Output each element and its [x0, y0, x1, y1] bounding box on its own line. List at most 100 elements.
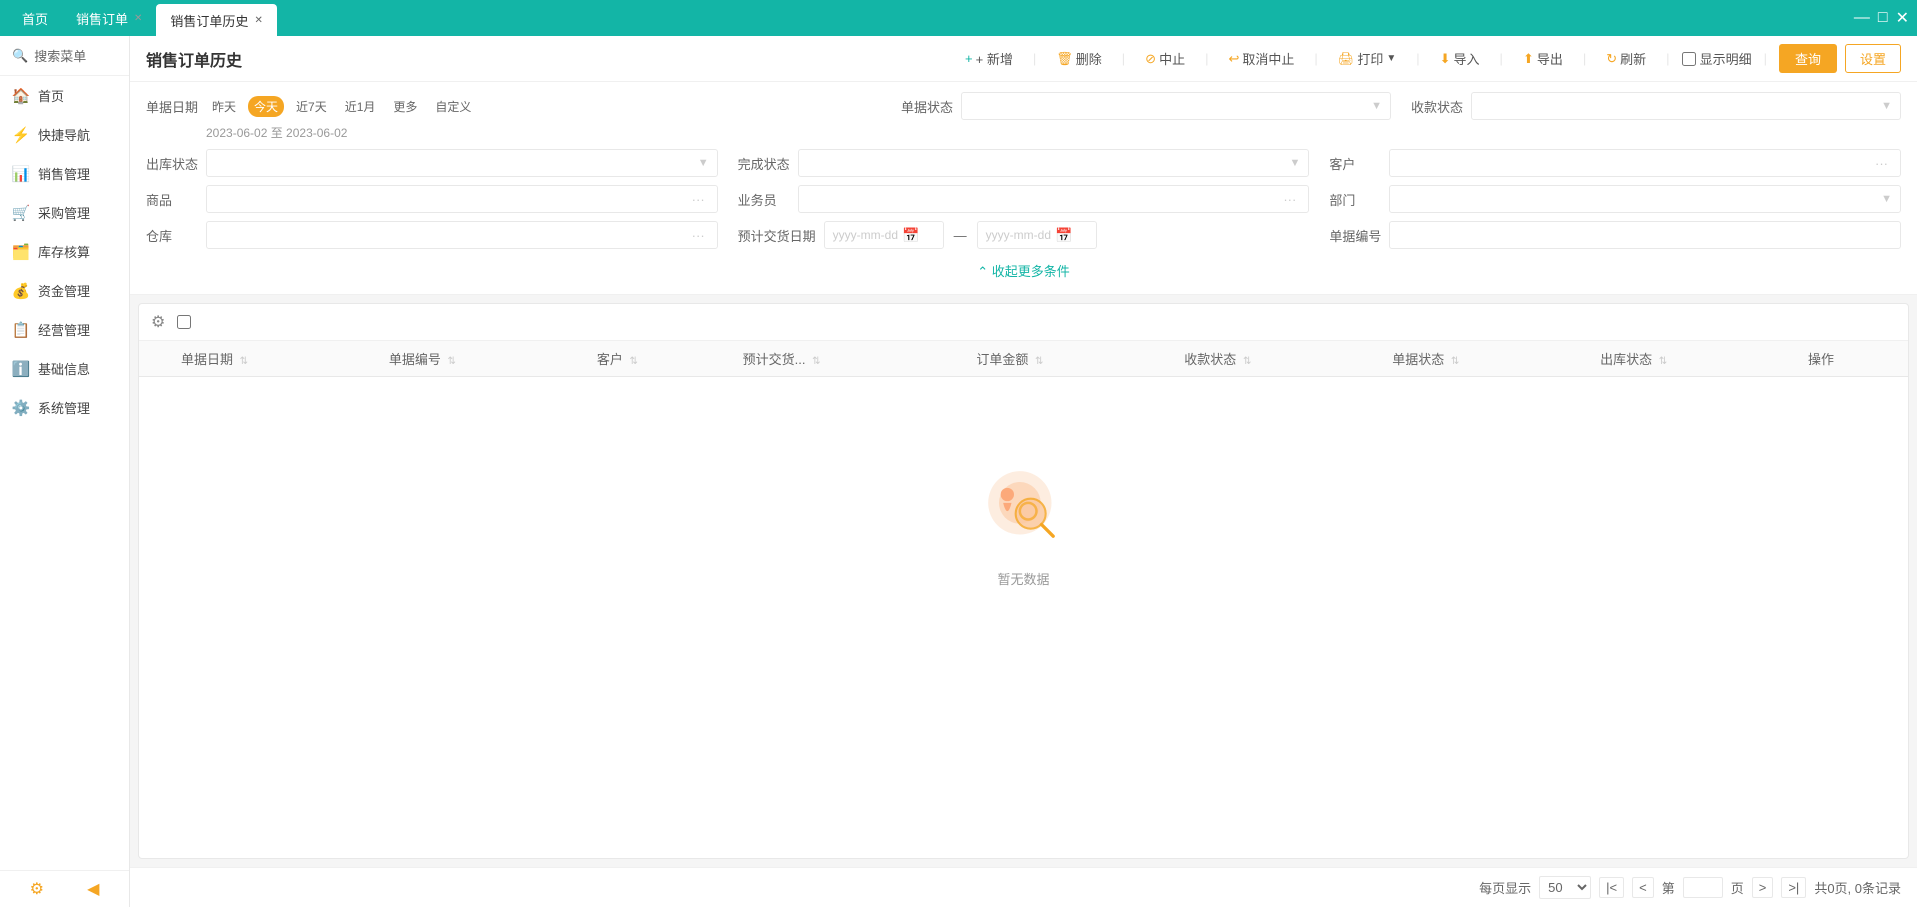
th-date[interactable]: 单据日期 ⇅ [171, 341, 379, 377]
sidebar-search[interactable]: 🔍 搜索菜单 [0, 36, 129, 76]
th-date-sort[interactable]: ⇅ [240, 356, 248, 367]
receipt-status-select[interactable]: ▼ [1471, 92, 1901, 120]
tab-sales-order[interactable]: 销售订单 ✕ [62, 0, 156, 36]
top-bar: 首页 销售订单 ✕ 销售订单历史 ✕ — □ ✕ [0, 0, 1917, 36]
th-number-sort[interactable]: ⇅ [448, 356, 456, 367]
new-button[interactable]: + + 新增 [957, 45, 1021, 72]
calendar-icon-2[interactable]: 📅 [1055, 227, 1072, 244]
th-customer-sort[interactable]: ⇅ [629, 356, 637, 367]
th-expected-delivery[interactable]: 预计交货... ⇅ [733, 341, 967, 377]
th-order-status-sort[interactable]: ⇅ [1451, 356, 1459, 367]
th-order-status-label: 单据状态 [1392, 352, 1444, 367]
salesman-dots[interactable]: ··· [1279, 192, 1300, 207]
filter-row-4: 仓库 ··· 预计交货日期 yyyy-mm-dd 📅 — yyyy-mm-dd … [146, 221, 1901, 249]
order-number-input[interactable] [1389, 221, 1901, 249]
sidebar-collapse-icon[interactable]: ◀ [87, 879, 99, 899]
goods-input[interactable]: ··· [206, 185, 718, 213]
basic-info-icon: ℹ️ [12, 360, 30, 378]
order-number-label: 单据编号 [1329, 226, 1389, 245]
date-tag-today[interactable]: 今天 [248, 96, 284, 117]
display-detail-input[interactable] [1682, 52, 1696, 66]
expected-date-end[interactable]: yyyy-mm-dd 📅 [977, 221, 1097, 249]
order-status-select[interactable]: ▼ [961, 92, 1391, 120]
th-number[interactable]: 单据编号 ⇅ [379, 341, 587, 377]
per-page-select[interactable]: 50 100 200 [1539, 876, 1591, 899]
th-expected-delivery-sort[interactable]: ⇅ [812, 356, 820, 367]
sidebar-settings-icon[interactable]: ⚙ [30, 879, 44, 899]
th-outbound-status[interactable]: 出库状态 ⇅ [1590, 341, 1798, 377]
tab-sales-order-history[interactable]: 销售订单历史 ✕ [156, 4, 276, 36]
sidebar-item-system-mgmt[interactable]: ⚙️ 系统管理 [0, 388, 129, 427]
complete-status-select[interactable]: ▼ [798, 149, 1310, 177]
refresh-button[interactable]: ↻ 刷新 [1598, 45, 1654, 72]
sidebar-item-basic-info[interactable]: ℹ️ 基础信息 [0, 349, 129, 388]
window-controls: — □ ✕ [1854, 8, 1909, 28]
sidebar-item-operation-mgmt[interactable]: 📋 经营管理 [0, 310, 129, 349]
th-outbound-status-sort[interactable]: ⇅ [1659, 356, 1667, 367]
table-settings-icon[interactable]: ⚙ [151, 312, 165, 332]
sidebar-capital-mgmt-label: 资金管理 [38, 281, 90, 300]
date-tag-yesterday[interactable]: 昨天 [206, 96, 242, 117]
current-page-input[interactable]: 1 [1683, 877, 1723, 898]
salesman-input[interactable]: ··· [798, 185, 1310, 213]
complete-status-label: 完成状态 [738, 154, 798, 173]
tab-home[interactable]: 首页 [8, 0, 62, 36]
date-tag-more[interactable]: 更多 [387, 96, 423, 117]
sidebar-item-inventory-calc[interactable]: 🗂️ 库存核算 [0, 232, 129, 271]
print-button[interactable]: 🖨 打印 ▼ [1330, 45, 1404, 72]
first-page-button[interactable]: |< [1599, 877, 1624, 898]
calendar-icon-1[interactable]: 📅 [902, 227, 919, 244]
sidebar-item-quick-nav[interactable]: ⚡ 快捷导航 [0, 115, 129, 154]
print-dropdown-icon: ▼ [1386, 53, 1396, 64]
warehouse-dots[interactable]: ··· [688, 228, 709, 243]
delete-button[interactable]: 🗑 删除 [1048, 45, 1110, 72]
date-tag-7days[interactable]: 近7天 [290, 96, 333, 117]
cancel-stop-button[interactable]: ↩ 取消中止 [1220, 45, 1302, 72]
filter-goods: 商品 ··· [146, 185, 718, 213]
table-toolbar: ⚙ [139, 304, 1908, 341]
export-button[interactable]: ⬆ 导出 [1515, 45, 1571, 72]
th-outbound-status-label: 出库状态 [1600, 352, 1652, 367]
empty-state: 暂无数据 [139, 377, 1908, 668]
sidebar-item-home[interactable]: 🏠 首页 [0, 76, 129, 115]
sidebar-item-capital-mgmt[interactable]: 💰 资金管理 [0, 271, 129, 310]
th-amount-sort[interactable]: ⇅ [1035, 356, 1043, 367]
collapse-row[interactable]: ⌃ 收起更多条件 [146, 257, 1901, 284]
department-select[interactable]: ▼ [1389, 185, 1901, 213]
last-page-button[interactable]: >| [1781, 877, 1806, 898]
close-icon[interactable]: ✕ [1896, 8, 1909, 28]
data-table: 单据日期 ⇅ 单据编号 ⇅ 客户 ⇅ 预计交货... [139, 341, 1908, 377]
sidebar-item-purchase-mgmt[interactable]: 🛒 采购管理 [0, 193, 129, 232]
collapse-up-icon: ⌃ [977, 264, 988, 279]
setting-button[interactable]: 设置 [1845, 44, 1901, 73]
date-tag-1month[interactable]: 近1月 [339, 96, 382, 117]
tab-sales-order-close[interactable]: ✕ [134, 13, 142, 24]
import-button[interactable]: ⬇ 导入 [1432, 45, 1488, 72]
date-tag-custom[interactable]: 自定义 [429, 96, 477, 117]
order-status-dropdown-icon: ▼ [1371, 100, 1382, 112]
maximize-icon[interactable]: □ [1878, 9, 1888, 27]
outbound-status-select[interactable]: ▼ [206, 149, 718, 177]
sidebar-item-sales-mgmt[interactable]: 📊 销售管理 [0, 154, 129, 193]
tab-sales-order-history-close[interactable]: ✕ [254, 15, 262, 26]
sidebar-operation-mgmt-label: 经营管理 [38, 320, 90, 339]
customer-dots[interactable]: ··· [1871, 156, 1892, 171]
goods-dots[interactable]: ··· [688, 192, 709, 207]
filter-warehouse: 仓库 ··· [146, 221, 718, 249]
display-detail-checkbox[interactable]: 显示明细 [1682, 49, 1752, 68]
expected-date-start[interactable]: yyyy-mm-dd 📅 [824, 221, 944, 249]
warehouse-input[interactable]: ··· [206, 221, 718, 249]
prev-page-button[interactable]: < [1632, 877, 1654, 898]
minimize-icon[interactable]: — [1854, 9, 1870, 27]
stop-icon: ⊘ [1145, 51, 1156, 67]
stop-button[interactable]: ⊘ 中止 [1137, 45, 1193, 72]
next-page-button[interactable]: > [1752, 877, 1774, 898]
th-receipt-status[interactable]: 收款状态 ⇅ [1174, 341, 1382, 377]
query-button[interactable]: 查询 [1779, 44, 1837, 73]
th-customer[interactable]: 客户 ⇅ [587, 341, 733, 377]
th-order-status[interactable]: 单据状态 ⇅ [1382, 341, 1590, 377]
th-amount[interactable]: 订单金额 ⇅ [966, 341, 1174, 377]
th-receipt-status-sort[interactable]: ⇅ [1243, 356, 1251, 367]
customer-input[interactable]: ··· [1389, 149, 1901, 177]
select-all-checkbox[interactable] [177, 315, 191, 329]
